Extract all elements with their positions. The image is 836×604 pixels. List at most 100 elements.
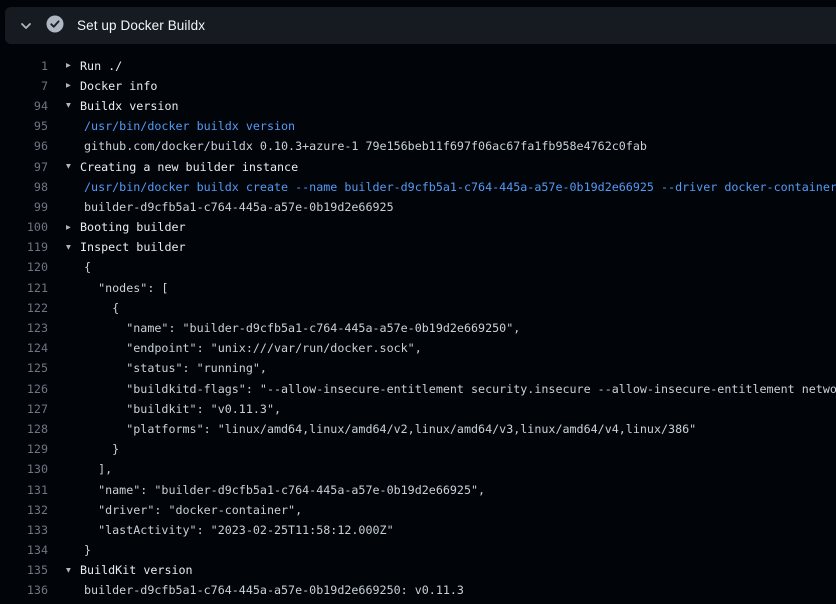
output-text: "buildkitd-flags": "--allow-insecure-ent… — [84, 382, 836, 396]
log-row: 129 } — [0, 439, 836, 459]
log-row: 126 "buildkitd-flags": "--allow-insecure… — [0, 379, 836, 399]
line-content: ], — [66, 462, 112, 476]
group-title: Booting builder — [80, 220, 186, 234]
group-collapsed-icon[interactable]: ▶ — [66, 81, 80, 90]
group-title: Run ./ — [80, 59, 122, 73]
log-group-row[interactable]: 7 ▶Docker info — [0, 76, 836, 96]
log-row: 124 "endpoint": "unix:///var/run/docker.… — [0, 338, 836, 358]
line-number[interactable]: 128 — [0, 422, 48, 436]
log-group-row[interactable]: 1 ▶Run ./ — [0, 56, 836, 76]
line-number[interactable]: 95 — [0, 119, 48, 133]
output-text: "platforms": "linux/amd64,linux/amd64/v2… — [84, 422, 696, 436]
line-number[interactable]: 132 — [0, 503, 48, 517]
line-number[interactable]: 126 — [0, 382, 48, 396]
log-row: 95/usr/bin/docker buildx version — [0, 116, 836, 136]
line-number[interactable]: 129 — [0, 442, 48, 456]
line-content: "name": "builder-d9cfb5a1-c764-445a-a57e… — [66, 321, 520, 335]
line-number[interactable]: 130 — [0, 462, 48, 476]
line-number[interactable]: 135 — [0, 563, 48, 577]
line-number[interactable]: 100 — [0, 220, 48, 234]
group-title: BuildKit version — [80, 563, 193, 577]
output-text: ], — [84, 462, 112, 476]
line-content: "status": "running", — [66, 361, 267, 375]
output-text: "status": "running", — [84, 361, 267, 375]
line-number[interactable]: 123 — [0, 321, 48, 335]
log-container: 1▶Run ./7▶Docker info94▼Buildx version95… — [0, 56, 836, 601]
log-group-row[interactable]: 94 ▼Buildx version — [0, 96, 836, 116]
line-number[interactable]: 121 — [0, 281, 48, 295]
group-expanded-icon[interactable]: ▼ — [66, 242, 80, 251]
line-number[interactable]: 7 — [0, 79, 48, 93]
line-content: "endpoint": "unix:///var/run/docker.sock… — [66, 341, 422, 355]
group-title: Inspect builder — [80, 240, 186, 254]
line-number[interactable]: 125 — [0, 361, 48, 375]
log-group-row[interactable]: 97▼Creating a new builder instance — [0, 156, 836, 176]
line-content: "lastActivity": "2023-02-25T11:58:12.000… — [66, 523, 394, 537]
log-row: 130 ], — [0, 459, 836, 479]
line-content: builder-d9cfb5a1-c764-445a-a57e-0b19d2e6… — [66, 583, 464, 597]
line-content: builder-d9cfb5a1-c764-445a-a57e-0b19d2e6… — [66, 200, 394, 214]
line-number[interactable]: 98 — [0, 180, 48, 194]
chevron-down-icon[interactable] — [19, 19, 33, 33]
line-content: ▼Buildx version — [66, 99, 179, 113]
line-number[interactable]: 124 — [0, 341, 48, 355]
line-content: ▼BuildKit version — [66, 563, 193, 577]
log-row: 99 builder-d9cfb5a1-c764-445a-a57e-0b19d2… — [0, 197, 836, 217]
line-number[interactable]: 131 — [0, 483, 48, 497]
output-text: "driver": "docker-container", — [84, 503, 302, 517]
line-number[interactable]: 136 — [0, 583, 48, 597]
log-row: 128 "platforms": "linux/amd64,linux/amd6… — [0, 419, 836, 439]
line-number[interactable]: 94 — [0, 99, 48, 113]
log-row: 127 "buildkit": "v0.11.3", — [0, 399, 836, 419]
line-number[interactable]: 119 — [0, 240, 48, 254]
group-collapsed-icon[interactable]: ▶ — [66, 61, 80, 70]
log-group-row[interactable]: 119 ▼Inspect builder — [0, 237, 836, 257]
line-content: /usr/bin/docker buildx create --name bui… — [66, 180, 836, 194]
output-text: { — [84, 301, 119, 315]
line-content: /usr/bin/docker buildx version — [66, 119, 295, 133]
line-content: "nodes": [ — [66, 281, 168, 295]
line-number[interactable]: 1 — [0, 59, 48, 73]
command-text: /usr/bin/docker buildx version — [84, 119, 295, 133]
line-number[interactable]: 99 — [0, 200, 48, 214]
line-number[interactable]: 133 — [0, 523, 48, 537]
line-content: ▶Booting builder — [66, 220, 186, 234]
group-title: Docker info — [80, 79, 157, 93]
log-row: 96 github.com/docker/buildx 0.10.3+azure-… — [0, 136, 836, 156]
line-content: "buildkit": "v0.11.3", — [66, 402, 281, 416]
output-text: "endpoint": "unix:///var/run/docker.sock… — [84, 341, 422, 355]
line-content: } — [66, 543, 91, 557]
log-group-row[interactable]: 135 ▼BuildKit version — [0, 560, 836, 580]
log-group-row[interactable]: 100 ▶Booting builder — [0, 217, 836, 237]
step-header[interactable]: Set up Docker Buildx — [5, 7, 836, 44]
line-number[interactable]: 97 — [0, 160, 48, 174]
line-number[interactable]: 127 — [0, 402, 48, 416]
log-row: 134} — [0, 540, 836, 560]
line-content: ▶Docker info — [66, 79, 157, 93]
line-content: } — [66, 442, 119, 456]
line-content: "buildkitd-flags": "--allow-insecure-ent… — [66, 382, 836, 396]
output-text: "lastActivity": "2023-02-25T11:58:12.000… — [84, 523, 394, 537]
log-row: 122 { — [0, 298, 836, 318]
group-expanded-icon[interactable]: ▼ — [66, 565, 80, 574]
log-row: 125 "status": "running", — [0, 358, 836, 378]
output-text: } — [84, 442, 119, 456]
output-text: "buildkit": "v0.11.3", — [84, 402, 281, 416]
check-circle-icon — [46, 15, 64, 37]
output-text: "nodes": [ — [84, 281, 168, 295]
group-expanded-icon[interactable]: ▼ — [66, 162, 80, 171]
line-content: github.com/docker/buildx 0.10.3+azure-1 … — [66, 139, 647, 153]
line-number[interactable]: 122 — [0, 301, 48, 315]
group-title: Buildx version — [80, 99, 179, 113]
line-number[interactable]: 96 — [0, 139, 48, 153]
line-number[interactable]: 120 — [0, 260, 48, 274]
line-content: "driver": "docker-container", — [66, 503, 302, 517]
output-text: github.com/docker/buildx 0.10.3+azure-1 … — [84, 139, 647, 153]
line-content: ▼Inspect builder — [66, 240, 186, 254]
log-row: 98/usr/bin/docker buildx create --name b… — [0, 177, 836, 197]
step-title: Set up Docker Buildx — [77, 18, 205, 33]
line-content: "platforms": "linux/amd64,linux/amd64/v2… — [66, 422, 696, 436]
line-number[interactable]: 134 — [0, 543, 48, 557]
group-collapsed-icon[interactable]: ▶ — [66, 222, 80, 231]
group-expanded-icon[interactable]: ▼ — [66, 101, 80, 110]
